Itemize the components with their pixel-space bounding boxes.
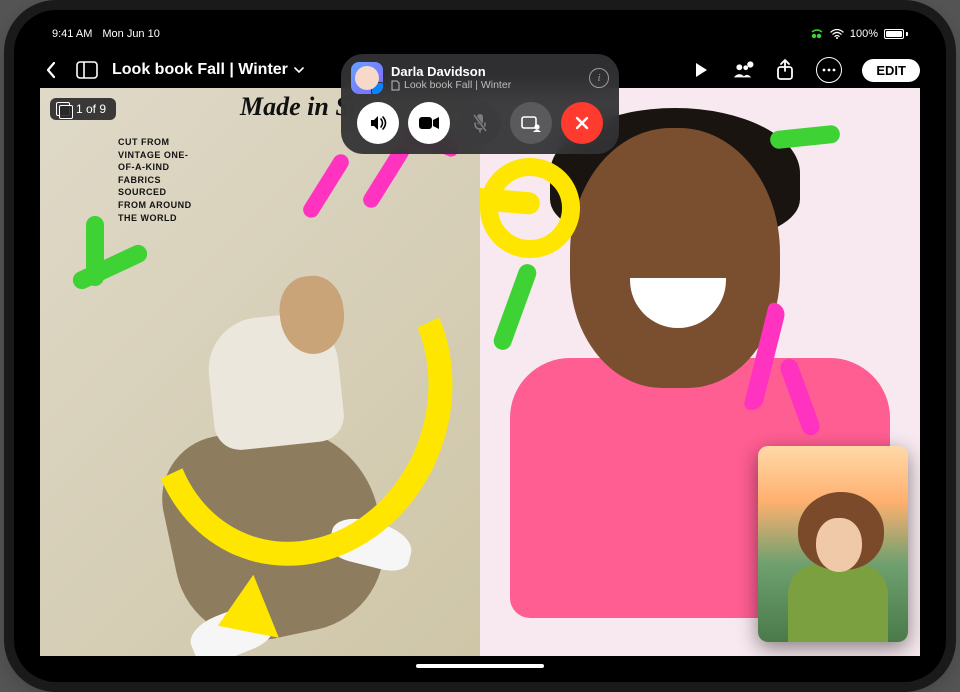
share-button[interactable] bbox=[774, 59, 796, 81]
screen: 9:41 AM Mon Jun 10 100% bbox=[24, 20, 936, 672]
edit-button[interactable]: EDIT bbox=[862, 59, 920, 82]
camera-toggle-button[interactable] bbox=[408, 102, 450, 144]
caller-avatar bbox=[351, 62, 383, 94]
page-counter[interactable]: 1 of 9 bbox=[50, 98, 116, 120]
ipad-frame: 9:41 AM Mon Jun 10 100% bbox=[14, 10, 946, 682]
wifi-icon bbox=[830, 29, 844, 39]
status-date: Mon Jun 10 bbox=[102, 28, 159, 40]
shareplay-badge-icon bbox=[371, 82, 383, 94]
document-title[interactable]: Look book Fall | Winter bbox=[112, 61, 304, 79]
status-bar: 9:41 AM Mon Jun 10 100% bbox=[24, 20, 936, 48]
document-title-text: Look book Fall | Winter bbox=[112, 61, 288, 79]
back-button[interactable] bbox=[40, 59, 62, 81]
more-button[interactable] bbox=[816, 57, 842, 83]
home-indicator[interactable] bbox=[416, 664, 544, 668]
battery-icon bbox=[884, 29, 908, 39]
facetime-hud[interactable]: Darla Davidson Look book Fall | Winter i bbox=[341, 54, 619, 154]
facetime-self-view[interactable] bbox=[758, 446, 908, 642]
shareplay-indicator-icon bbox=[810, 29, 824, 39]
page-left: 1 of 9 Made in Sa CUT FROM VINTAGE ONE-O… bbox=[40, 88, 480, 656]
brush-stroke bbox=[86, 216, 104, 286]
document-icon bbox=[391, 80, 400, 91]
brush-circle bbox=[480, 158, 580, 258]
collaboration-button[interactable] bbox=[732, 59, 754, 81]
battery-percentage: 100% bbox=[850, 28, 878, 40]
self-video-preview bbox=[776, 492, 896, 642]
play-slideshow-button[interactable] bbox=[690, 59, 712, 81]
call-info-button[interactable]: i bbox=[589, 68, 609, 88]
status-time: 9:41 AM bbox=[52, 28, 92, 40]
facetime-header[interactable]: Darla Davidson Look book Fall | Winter i bbox=[351, 62, 609, 94]
audio-route-button[interactable] bbox=[357, 102, 399, 144]
caller-name: Darla Davidson bbox=[391, 65, 511, 79]
end-call-button[interactable] bbox=[561, 102, 603, 144]
shareplay-button[interactable] bbox=[510, 102, 552, 144]
mute-button[interactable] bbox=[459, 102, 501, 144]
shareplay-document-label: Look book Fall | Winter bbox=[391, 79, 511, 91]
chevron-down-icon bbox=[294, 65, 304, 75]
sidebar-toggle-icon[interactable] bbox=[76, 59, 98, 81]
